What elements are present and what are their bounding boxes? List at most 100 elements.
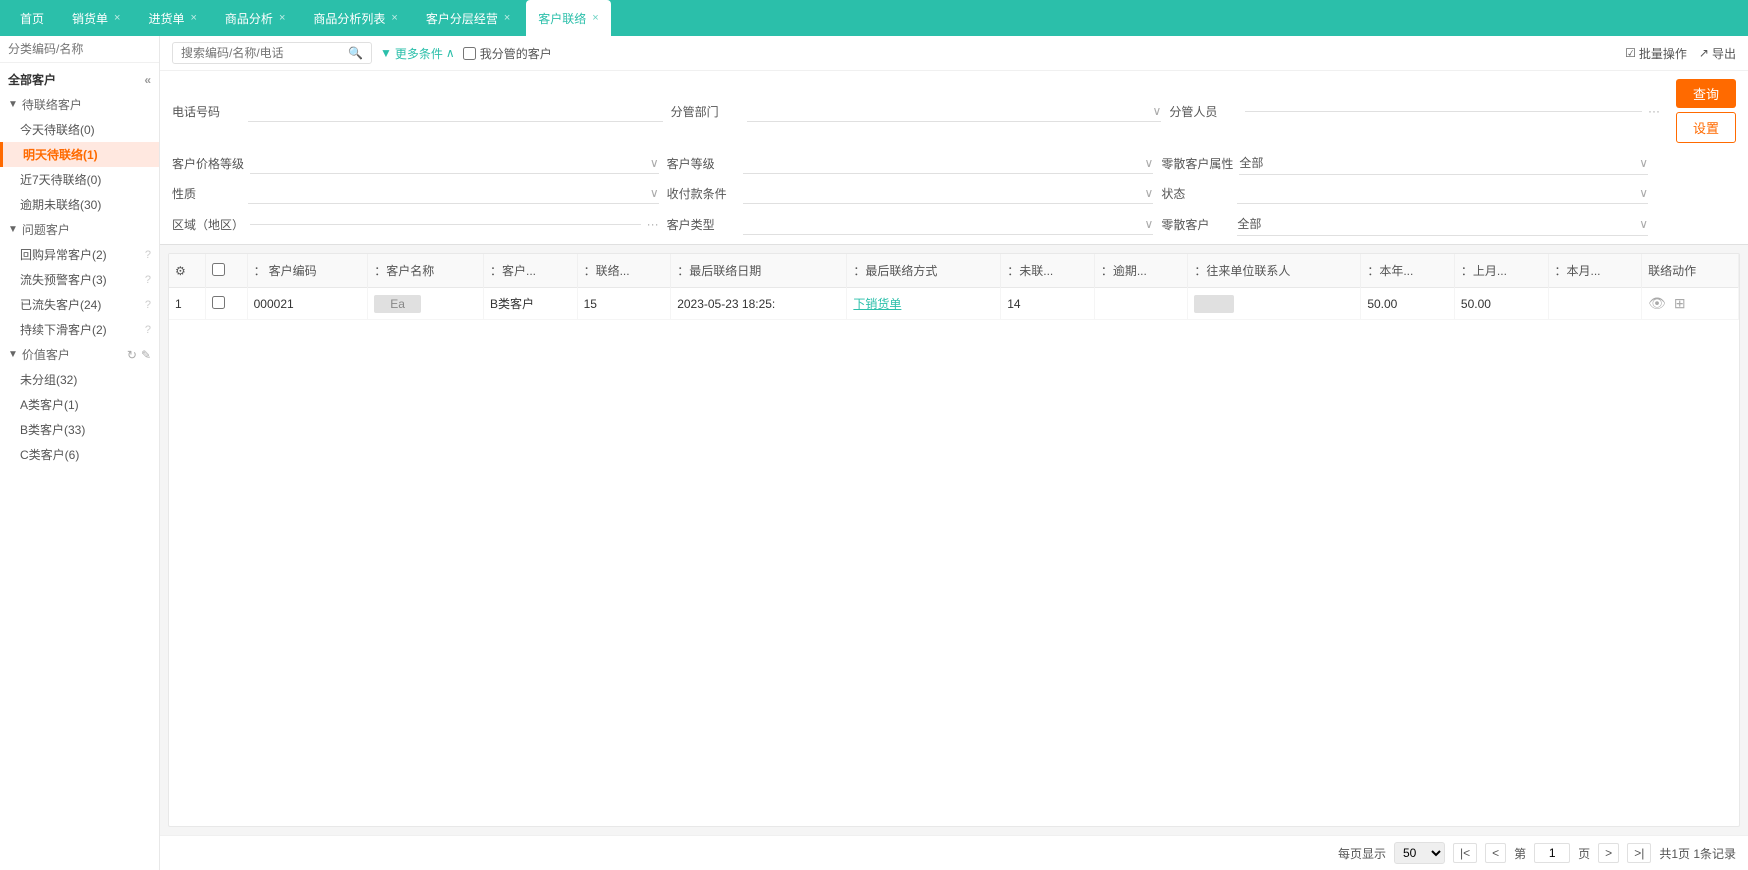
close-icon[interactable]: × [279, 12, 285, 24]
sidebar-item-c-class[interactable]: C类客户(6) [0, 442, 159, 467]
nav-home[interactable]: 首页 [8, 0, 56, 36]
col-last-contact-date[interactable]: ：最后联络日期 [671, 254, 847, 288]
filter-price-level-select[interactable]: ∨ [250, 153, 659, 174]
nav-product-analysis-list[interactable]: 商品分析列表 × [301, 0, 409, 36]
sidebar-search-box[interactable]: 🔍 [0, 36, 159, 63]
filter-customer-type-select[interactable]: ∨ [743, 214, 1154, 235]
first-page-button[interactable]: |< [1453, 843, 1477, 863]
col-type[interactable]: ：客户... [484, 254, 578, 288]
sidebar-item-ungrouped[interactable]: 未分组(32) [0, 367, 159, 392]
filter-scatter-attr-select[interactable]: 全部 ∨ [1239, 151, 1648, 175]
group-pending-contact[interactable]: ▼ 待联络客户 [0, 92, 159, 117]
col-this-month[interactable]: ：本月... [1548, 254, 1642, 288]
search-icon[interactable]: 🔍 [348, 46, 363, 60]
eye-icon[interactable]: 👁 [1648, 295, 1666, 312]
prev-page-button[interactable]: < [1485, 843, 1506, 863]
help-icon[interactable]: ? [145, 299, 151, 311]
filter-region-label: 区域（地区） [172, 216, 244, 233]
page-label: 第 [1514, 845, 1526, 862]
col-name[interactable]: ：客户名称 [368, 254, 484, 288]
row-checkbox[interactable] [212, 296, 225, 309]
group-problem-customers[interactable]: ▼ 问题客户 [0, 217, 159, 242]
nav-sales-order[interactable]: 销货单 × [60, 0, 132, 36]
sidebar-item-a-class[interactable]: A类客户(1) [0, 392, 159, 417]
sidebar-search-input[interactable] [8, 42, 160, 56]
content-area: 🔍 ▼ 更多条件 ∧ 我分管的客户 ☑ 批量操作 ↗ 导出 [160, 36, 1748, 870]
filter-nature-select[interactable]: ∨ [248, 183, 659, 204]
refresh-icon[interactable]: ↻ [127, 348, 137, 362]
nav-product-analysis[interactable]: 商品分析 × [213, 0, 297, 36]
customer-table-container: ⚙ ：客户编码 ：客户名称 ：客户... [168, 253, 1740, 827]
help-icon[interactable]: ? [145, 324, 151, 336]
more-icon[interactable]: ··· [647, 217, 659, 231]
page-end-label: 页 [1578, 845, 1590, 862]
sidebar-item-today-contact[interactable]: 今天待联络(0) [0, 117, 159, 142]
all-customers-header[interactable]: 全部客户 « [0, 63, 159, 92]
close-icon[interactable]: × [592, 12, 598, 24]
main-search-box[interactable]: 🔍 [172, 42, 372, 64]
sidebar-item-repurchase-abnormal[interactable]: 回购异常客户(2) ? [0, 242, 159, 267]
sidebar-item-b-class[interactable]: B类客户(33) [0, 417, 159, 442]
more-icon[interactable]: ··· [1648, 104, 1660, 118]
filter-dept: 分管部门 ∨ [671, 101, 1162, 122]
cell-last-contact-method[interactable]: 下销货单 [847, 288, 1001, 320]
sidebar-item-churn-warning[interactable]: 流失预警客户(3) ? [0, 267, 159, 292]
col-unit-contact[interactable]: ：往来单位联系人 [1188, 254, 1361, 288]
my-customers-checkbox-label[interactable]: 我分管的客户 [463, 45, 552, 62]
filter-customer-level-label: 客户等级 [667, 155, 737, 172]
filter-region-input[interactable] [250, 224, 641, 225]
cell-name[interactable]: Ea [368, 288, 484, 320]
next-page-button[interactable]: > [1598, 843, 1619, 863]
main-search-input[interactable] [181, 46, 348, 60]
filter-dept-select[interactable]: ∨ [747, 101, 1162, 122]
sidebar-item-overdue-contact[interactable]: 逾期未联络(30) [0, 192, 159, 217]
current-page-input[interactable] [1534, 843, 1570, 863]
help-icon[interactable]: ? [145, 249, 151, 261]
col-code[interactable]: ：客户编码 [247, 254, 368, 288]
batch-operation-btn[interactable]: ☑ 批量操作 [1625, 45, 1687, 62]
col-this-year[interactable]: ：本年... [1361, 254, 1455, 288]
select-all-checkbox[interactable] [212, 263, 225, 276]
close-icon[interactable]: × [190, 12, 196, 24]
more-conditions-btn[interactable]: ▼ 更多条件 ∧ [380, 45, 455, 62]
filter-scatter-customer-select[interactable]: 全部 ∨ [1237, 212, 1648, 236]
help-icon[interactable]: ? [145, 274, 151, 286]
col-last-contact-method[interactable]: ：最后联络方式 [847, 254, 1001, 288]
edit-icon[interactable]: ✎ [141, 348, 151, 362]
col-overdue[interactable]: ：逾期... [1094, 254, 1188, 288]
collapse-icon[interactable]: « [144, 73, 151, 87]
settings-button[interactable]: 设置 [1676, 112, 1736, 143]
per-page-select[interactable]: 50 100 200 [1394, 842, 1445, 864]
filter-phone-input[interactable] [248, 101, 663, 122]
chevron-down-icon: ∨ [1145, 156, 1154, 170]
sidebar-item-7days-contact[interactable]: 近7天待联络(0) [0, 167, 159, 192]
filter-customer-level-select[interactable]: ∨ [743, 153, 1154, 174]
query-button[interactable]: 查询 [1676, 79, 1736, 108]
nav-customer-contact[interactable]: 客户联络 × [526, 0, 610, 36]
close-icon[interactable]: × [114, 12, 120, 24]
filter-payment-terms-select[interactable]: ∨ [743, 183, 1154, 204]
close-icon[interactable]: × [504, 12, 510, 24]
grid-icon[interactable]: ⊞ [1674, 295, 1686, 312]
filter-manager: 分管人员 ··· [1169, 103, 1660, 120]
filter-status-select[interactable]: ∨ [1237, 183, 1648, 204]
filter-scatter-customer: 零散客户 全部 ∨ [1161, 212, 1648, 236]
filter-manager-select[interactable] [1245, 111, 1642, 112]
col-last-month[interactable]: ：上月... [1454, 254, 1548, 288]
close-icon[interactable]: × [391, 12, 397, 24]
sidebar-item-tomorrow-contact[interactable]: 明天待联络(1) [0, 142, 159, 167]
col-contacts[interactable]: ：联络... [577, 254, 671, 288]
sidebar-item-churned[interactable]: 已流失客户(24) ? [0, 292, 159, 317]
col-uncontacted[interactable]: ：未联... [1001, 254, 1095, 288]
export-btn[interactable]: ↗ 导出 [1699, 45, 1736, 62]
my-customers-checkbox[interactable] [463, 47, 476, 60]
group-value-customers[interactable]: ▼ 价值客户 ↻ ✎ [0, 342, 159, 367]
nav-customer-tier[interactable]: 客户分层经营 × [414, 0, 522, 36]
sidebar-item-declining[interactable]: 持续下滑客户(2) ? [0, 317, 159, 342]
filter-nature-label: 性质 [172, 185, 242, 202]
last-page-button[interactable]: >| [1627, 843, 1651, 863]
col-checkbox[interactable] [206, 254, 247, 288]
cell-checkbox[interactable] [206, 288, 247, 320]
nav-purchase-order[interactable]: 进货单 × [136, 0, 208, 36]
col-settings[interactable]: ⚙ [169, 254, 206, 288]
